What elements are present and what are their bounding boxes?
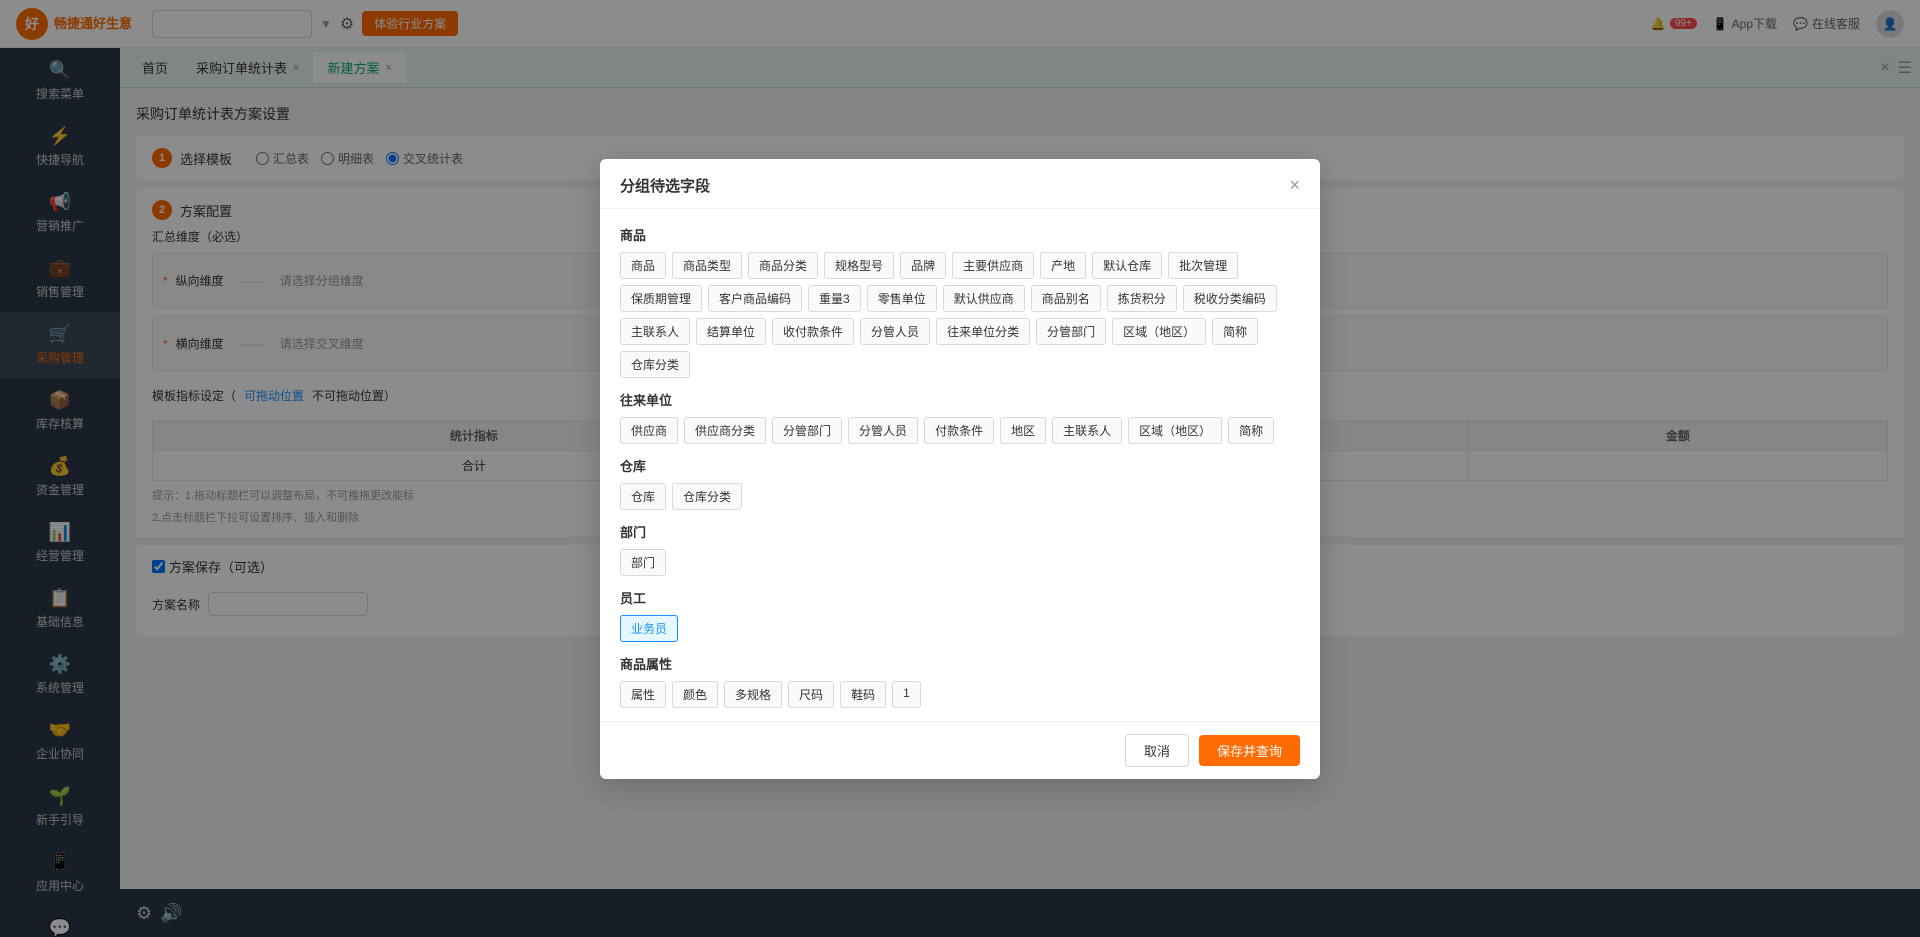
tag-salesperson[interactable]: 业务员 <box>620 615 678 642</box>
tag-settlement-unit[interactable]: 结算单位 <box>696 318 766 345</box>
tag-supplier-category[interactable]: 供应商分类 <box>684 417 766 444</box>
tag-retail-unit[interactable]: 零售单位 <box>867 285 937 312</box>
tag-brand[interactable]: 品牌 <box>900 252 946 279</box>
section-department: 部门 <box>620 522 1300 541</box>
tag-default-warehouse[interactable]: 默认仓库 <box>1092 252 1162 279</box>
tag-customer-code[interactable]: 客户商品编码 <box>708 285 802 312</box>
product-tags: 商品 商品类型 商品分类 规格型号 品牌 主要供应商 产地 默认仓库 批次管理 … <box>620 252 1300 378</box>
cancel-button[interactable]: 取消 <box>1125 734 1189 767</box>
modal-close-button[interactable]: × <box>1289 175 1300 196</box>
tag-multi-spec[interactable]: 多规格 <box>724 681 782 708</box>
tag-partner-category[interactable]: 往来单位分类 <box>936 318 1030 345</box>
dept-tags: 部门 <box>620 549 1300 576</box>
tag-warehouse-category[interactable]: 仓库分类 <box>620 351 690 378</box>
tag-color[interactable]: 颜色 <box>672 681 718 708</box>
partner-tags: 供应商 供应商分类 分管部门 分管人员 付款条件 地区 主联系人 区域（地区） … <box>620 417 1300 444</box>
section-product: 商品 <box>620 225 1300 244</box>
tag-batch-mgmt[interactable]: 批次管理 <box>1168 252 1238 279</box>
tag-warehouse[interactable]: 仓库 <box>620 483 666 510</box>
tag-pick-points[interactable]: 拣货积分 <box>1107 285 1177 312</box>
employee-tags: 业务员 <box>620 615 1300 642</box>
tag-shoe-size[interactable]: 鞋码 <box>840 681 886 708</box>
tag-partner-region[interactable]: 区域（地区） <box>1128 417 1222 444</box>
modal-overlay: 分组待选字段 × 商品 商品 商品类型 商品分类 规格型号 品牌 主要供应商 产… <box>0 0 1920 937</box>
tag-one[interactable]: 1 <box>892 681 921 708</box>
tag-partner-dept[interactable]: 分管部门 <box>772 417 842 444</box>
tag-weight[interactable]: 重量3 <box>808 285 861 312</box>
tag-product-type[interactable]: 商品类型 <box>672 252 742 279</box>
tag-size[interactable]: 尺码 <box>788 681 834 708</box>
modal-body[interactable]: 商品 商品 商品类型 商品分类 规格型号 品牌 主要供应商 产地 默认仓库 批次… <box>600 209 1320 721</box>
modal-header: 分组待选字段 × <box>600 159 1320 209</box>
tag-tax-code[interactable]: 税收分类编码 <box>1183 285 1277 312</box>
section-employee: 员工 <box>620 588 1300 607</box>
modal-title: 分组待选字段 <box>620 175 710 196</box>
section-partner: 往来单位 <box>620 390 1300 409</box>
tag-product-alias[interactable]: 商品别名 <box>1031 285 1101 312</box>
tag-main-supplier[interactable]: 主要供应商 <box>952 252 1034 279</box>
tag-origin[interactable]: 产地 <box>1040 252 1086 279</box>
tag-shelf-life[interactable]: 保质期管理 <box>620 285 702 312</box>
tag-partner-manager[interactable]: 分管人员 <box>848 417 918 444</box>
tag-short-name[interactable]: 简称 <box>1212 318 1258 345</box>
tag-area[interactable]: 地区 <box>1000 417 1046 444</box>
section-warehouse: 仓库 <box>620 456 1300 475</box>
tag-department[interactable]: 部门 <box>620 549 666 576</box>
tag-dept[interactable]: 分管部门 <box>1036 318 1106 345</box>
tag-product-category[interactable]: 商品分类 <box>748 252 818 279</box>
product-attr-tags: 属性 颜色 多规格 尺码 鞋码 1 <box>620 681 1300 708</box>
tag-payment-condition[interactable]: 付款条件 <box>924 417 994 444</box>
tag-partner-short[interactable]: 简称 <box>1228 417 1274 444</box>
tag-product[interactable]: 商品 <box>620 252 666 279</box>
confirm-button[interactable]: 保存并查询 <box>1199 735 1300 766</box>
field-selector-modal: 分组待选字段 × 商品 商品 商品类型 商品分类 规格型号 品牌 主要供应商 产… <box>600 159 1320 779</box>
tag-spec-model[interactable]: 规格型号 <box>824 252 894 279</box>
tag-attr[interactable]: 属性 <box>620 681 666 708</box>
modal-footer: 取消 保存并查询 <box>600 721 1320 779</box>
tag-main-contact[interactable]: 主联系人 <box>620 318 690 345</box>
section-product-attr: 商品属性 <box>620 654 1300 673</box>
tag-payment-terms[interactable]: 收付款条件 <box>772 318 854 345</box>
tag-supplier[interactable]: 供应商 <box>620 417 678 444</box>
tag-manager[interactable]: 分管人员 <box>860 318 930 345</box>
tag-default-supplier[interactable]: 默认供应商 <box>943 285 1025 312</box>
tag-partner-contact[interactable]: 主联系人 <box>1052 417 1122 444</box>
tag-region[interactable]: 区域（地区） <box>1112 318 1206 345</box>
tag-wh-category[interactable]: 仓库分类 <box>672 483 742 510</box>
warehouse-tags: 仓库 仓库分类 <box>620 483 1300 510</box>
